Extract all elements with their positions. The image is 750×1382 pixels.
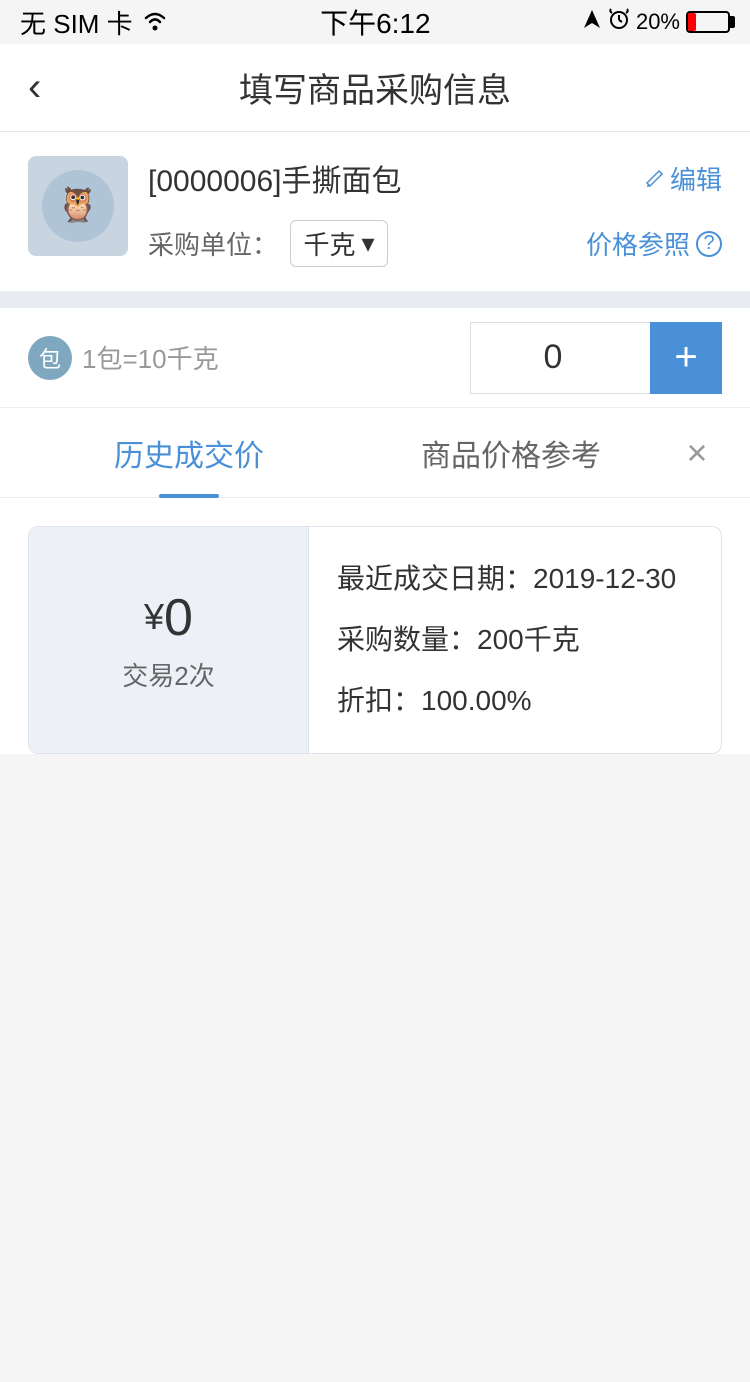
tab-close-button[interactable]: ×	[672, 428, 722, 478]
price-ref-label: 价格参照	[586, 225, 690, 262]
tab-underline	[159, 494, 219, 498]
dropdown-icon: ▾	[361, 228, 374, 259]
unit-select[interactable]: 千克 ▾	[290, 220, 387, 267]
discount-value: 100.00%	[421, 685, 532, 716]
product-name: [0000006]手撕面包	[148, 156, 401, 200]
discount-label: 折扣：	[337, 685, 421, 716]
nav-bar: ‹ 填写商品采购信息	[0, 44, 750, 132]
purchase-qty-label: 采购数量：	[337, 624, 477, 655]
main-content	[0, 782, 750, 1382]
quantity-controls: +	[470, 322, 722, 394]
tab-history-price[interactable]: 历史成交价	[28, 408, 350, 498]
purchase-qty-value: 200千克	[477, 624, 580, 655]
recent-date-value: 2019-12-30	[533, 563, 676, 594]
history-trades-count: 交易2次	[122, 656, 214, 693]
quantity-row: 包 1包=10千克 +	[0, 308, 750, 408]
tab-product-price-ref-label: 商品价格参考	[421, 431, 601, 475]
product-row2: 采购单位： 千克 ▾ 价格参照 ?	[148, 220, 722, 267]
quantity-input[interactable]	[470, 322, 650, 394]
price-number: 0	[164, 589, 193, 647]
product-info: [0000006]手撕面包 编辑 采购单位： 千克 ▾ 价格参照 ?	[148, 156, 722, 267]
carrier-text: 无 SIM 卡	[20, 4, 133, 41]
unit-value: 千克	[303, 225, 355, 262]
quantity-plus-button[interactable]: +	[650, 322, 722, 394]
unit-icon: 包	[28, 336, 72, 380]
tab-product-price-ref[interactable]: 商品价格参考	[350, 408, 672, 498]
currency-symbol: ¥	[144, 596, 164, 638]
edit-link[interactable]: 编辑	[644, 160, 722, 197]
page-title: 填写商品采购信息	[239, 63, 511, 112]
unit-row: 采购单位： 千克 ▾	[148, 220, 388, 267]
recent-date-row: 最近成交日期：2019-12-30	[337, 557, 693, 602]
battery-percentage: 20%	[636, 9, 680, 35]
status-time: 下午6:12	[320, 2, 431, 42]
battery-icon	[686, 11, 730, 33]
tab-history-price-label: 历史成交价	[114, 431, 264, 475]
tab-panel: 历史成交价 商品价格参考 × ¥0 交易2次 最近成交日期：2019-12-30…	[0, 408, 750, 754]
separator	[0, 292, 750, 308]
unit-hint-text: 1包=10千克	[82, 339, 219, 376]
product-thumbnail: 🦉	[28, 156, 128, 256]
discount-row: 折扣：100.00%	[337, 679, 693, 724]
history-detail-right: 最近成交日期：2019-12-30 采购数量：200千克 折扣：100.00%	[309, 527, 721, 753]
status-bar: 无 SIM 卡 下午6:12 20%	[0, 0, 750, 44]
status-left: 无 SIM 卡	[20, 4, 169, 41]
svg-text:🦉: 🦉	[57, 186, 99, 224]
location-icon	[582, 8, 602, 36]
back-button[interactable]: ‹	[28, 65, 41, 110]
tab-header: 历史成交价 商品价格参考 ×	[0, 408, 750, 498]
purchase-qty-row: 采购数量：200千克	[337, 618, 693, 663]
unit-hint: 包 1包=10千克	[28, 336, 219, 380]
product-row1: [0000006]手撕面包 编辑	[148, 156, 722, 200]
product-card: 🦉 [0000006]手撕面包 编辑 采购单位： 千克 ▾	[0, 132, 750, 292]
price-ref-button[interactable]: 价格参照 ?	[586, 225, 722, 262]
edit-label: 编辑	[670, 160, 722, 197]
status-right: 20%	[582, 8, 730, 36]
history-price-left: ¥0 交易2次	[29, 527, 309, 753]
history-price-value: ¥0	[144, 588, 193, 648]
wifi-icon	[141, 7, 169, 38]
unit-label: 采购单位：	[148, 230, 278, 260]
help-icon: ?	[696, 231, 722, 257]
history-card: ¥0 交易2次 最近成交日期：2019-12-30 采购数量：200千克 折扣：…	[28, 526, 722, 754]
recent-date-label: 最近成交日期：	[337, 563, 533, 594]
alarm-icon	[608, 8, 630, 36]
